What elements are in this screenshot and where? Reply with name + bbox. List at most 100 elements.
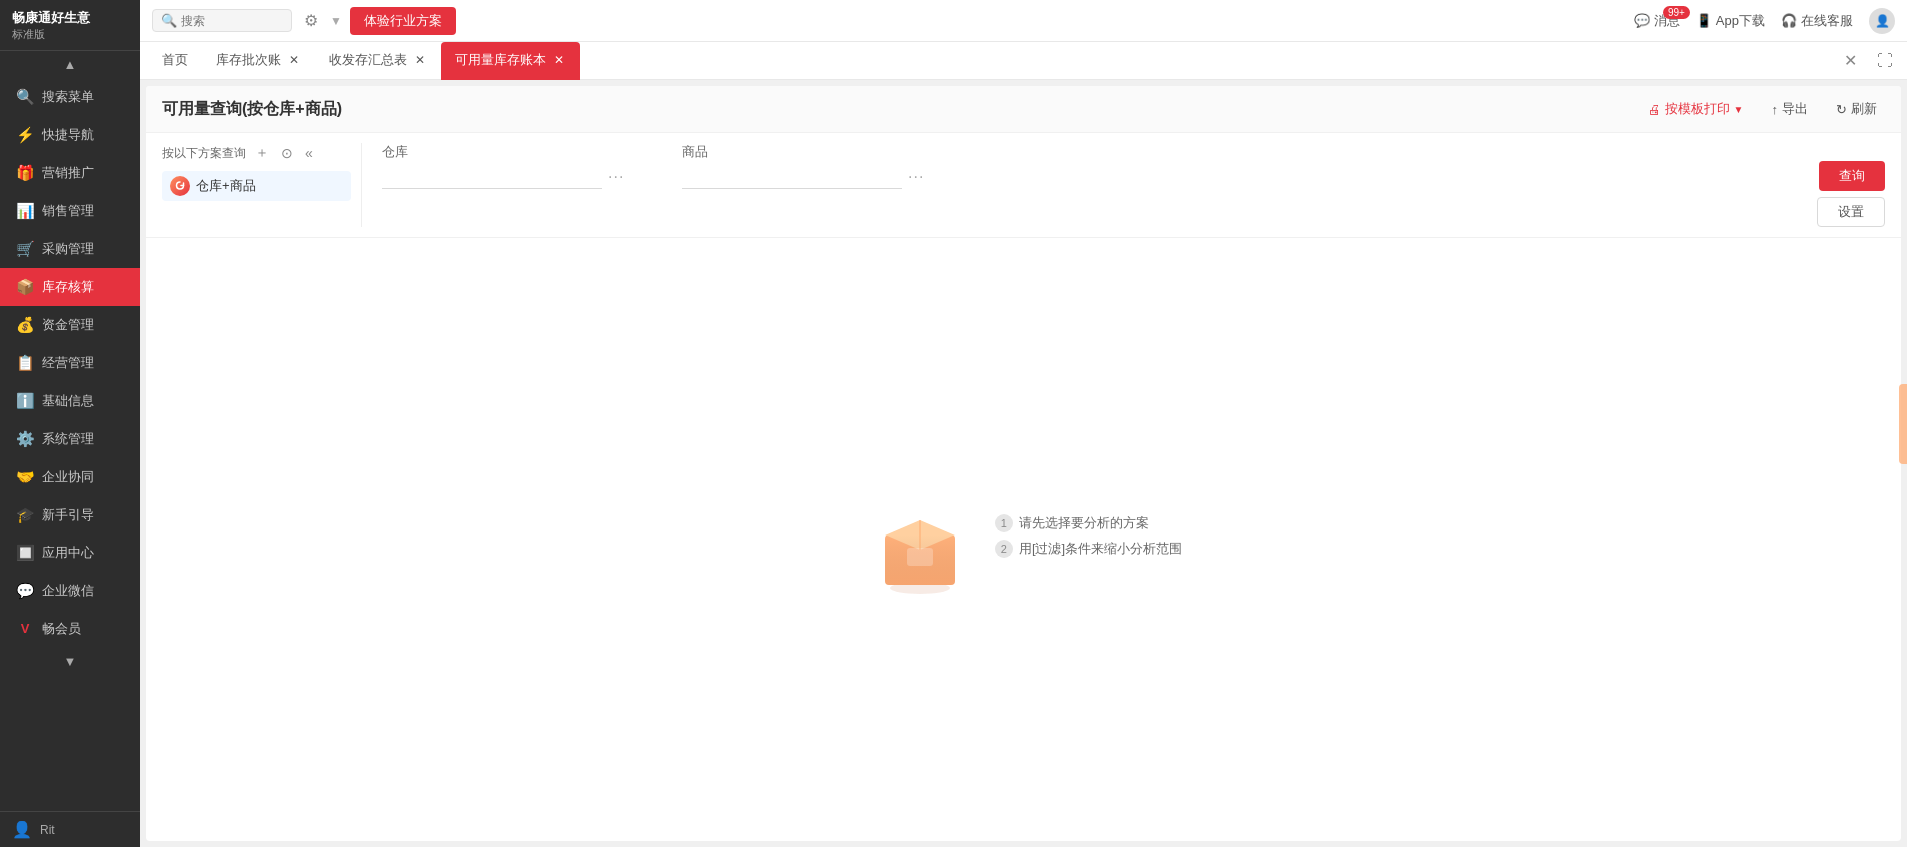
- phone-icon: 📱: [1696, 13, 1712, 28]
- sidebar-item-label: 销售管理: [42, 202, 94, 220]
- sidebar-footer[interactable]: 👤 Rit: [0, 811, 140, 847]
- management-icon: 📋: [16, 354, 34, 372]
- headset-icon: 🎧: [1781, 13, 1797, 28]
- sidebar-item-label: 基础信息: [42, 392, 94, 410]
- sidebar-item-marketing[interactable]: 🎁 营销推广: [0, 154, 140, 192]
- main-area: 🔍 ⚙ ▼ 体验行业方案 💬 消息 99+ 📱 App下载 🎧 在线客服 👤: [140, 0, 1907, 847]
- collapse-icon[interactable]: «: [302, 144, 316, 162]
- tab-summary[interactable]: 收发存汇总表 ✕: [315, 42, 441, 80]
- sidebar-item-label: 营销推广: [42, 164, 94, 182]
- goods-input-row: ···: [682, 165, 962, 189]
- sidebar-item-inventory[interactable]: 📦 库存核算: [0, 268, 140, 306]
- tab-available-close-icon[interactable]: ✕: [552, 53, 566, 67]
- topbar-online-service[interactable]: 🎧 在线客服: [1781, 12, 1853, 30]
- right-scroll-hint: [1899, 384, 1907, 464]
- export-label: 导出: [1782, 100, 1808, 118]
- tab-summary-label: 收发存汇总表: [329, 51, 407, 69]
- sidebar-item-management[interactable]: 📋 经营管理: [0, 344, 140, 382]
- empty-state: 1 请先选择要分析的方案 2 用[过滤]条件来缩小分析范围: [146, 238, 1901, 841]
- close-window-icon[interactable]: ✕: [1838, 49, 1863, 72]
- sidebar-item-wecom[interactable]: 💬 企业微信: [0, 572, 140, 610]
- tab-home-label: 首页: [162, 51, 188, 69]
- window-controls: ✕ ⛶: [1838, 49, 1899, 72]
- topbar-search-input[interactable]: [181, 14, 281, 28]
- topbar-dropdown-icon[interactable]: ▼: [330, 14, 342, 28]
- add-scheme-icon[interactable]: ＋: [252, 143, 272, 163]
- sidebar-item-finance[interactable]: 💰 资金管理: [0, 306, 140, 344]
- empty-tip-2: 2 用[过滤]条件来缩小分析范围: [995, 540, 1182, 558]
- collab-icon: 🤝: [16, 468, 34, 486]
- tab-batch-account[interactable]: 库存批次账 ✕: [202, 42, 315, 80]
- quicknav-icon: ⚡: [16, 126, 34, 144]
- page-title: 可用量查询(按仓库+商品): [162, 99, 342, 120]
- tab-batch-label: 库存批次账: [216, 51, 281, 69]
- topbar-user-avatar[interactable]: 👤: [1869, 8, 1895, 34]
- sidebar-item-label: 系统管理: [42, 430, 94, 448]
- brand-edition: 标准版: [12, 27, 128, 42]
- scheme-refresh-icon: [174, 180, 186, 192]
- sidebar-item-guide[interactable]: 🎓 新手引导: [0, 496, 140, 534]
- sidebar-item-label: 搜索菜单: [42, 88, 94, 106]
- sidebar: 畅康通好生意 标准版 ▲ 🔍 搜索菜单 ⚡ 快捷导航 🎁 营销推广 📊 销售管理…: [0, 0, 140, 847]
- tab-available-qty[interactable]: 可用量库存账本 ✕: [441, 42, 580, 80]
- topbar-app-download[interactable]: 📱 App下载: [1696, 12, 1765, 30]
- sidebar-item-system[interactable]: ⚙️ 系统管理: [0, 420, 140, 458]
- empty-state-content: 1 请先选择要分析的方案 2 用[过滤]条件来缩小分析范围: [865, 490, 1182, 590]
- maximize-window-icon[interactable]: ⛶: [1871, 50, 1899, 72]
- empty-tip-2-text: 用[过滤]条件来缩小分析范围: [1019, 540, 1182, 558]
- topbar-search-box[interactable]: 🔍: [152, 9, 292, 32]
- sidebar-item-quicknav[interactable]: ⚡ 快捷导航: [0, 116, 140, 154]
- sidebar-scroll-down[interactable]: ▼: [0, 648, 140, 675]
- export-icon: ↑: [1772, 102, 1779, 117]
- user-avatar: 👤: [1869, 8, 1895, 34]
- filter-field-goods: 商品 ···: [682, 143, 962, 189]
- sidebar-item-appcenter[interactable]: 🔲 应用中心: [0, 534, 140, 572]
- system-icon: ⚙️: [16, 430, 34, 448]
- goods-filter-label: 商品: [682, 143, 962, 161]
- svg-rect-4: [907, 548, 933, 566]
- print-button[interactable]: 🖨 按模板打印 ▼: [1640, 96, 1752, 122]
- warehouse-dots-icon[interactable]: ···: [608, 168, 624, 186]
- print-label: 按模板打印: [1665, 100, 1730, 118]
- sidebar-item-member[interactable]: V 畅会员: [0, 610, 140, 648]
- sidebar-scroll-up[interactable]: ▲: [0, 51, 140, 78]
- tab-summary-close-icon[interactable]: ✕: [413, 53, 427, 67]
- topbar-gear-icon[interactable]: ⚙: [300, 7, 322, 34]
- brand-name: 畅康通好生意: [12, 10, 128, 27]
- settings-button[interactable]: 设置: [1817, 197, 1885, 227]
- print-icon: 🖨: [1648, 102, 1661, 117]
- tab-home[interactable]: 首页: [148, 42, 202, 80]
- scheme-item-warehouse-goods[interactable]: 仓库+商品: [162, 171, 351, 201]
- sidebar-item-basic-info[interactable]: ℹ️ 基础信息: [0, 382, 140, 420]
- message-icon: 💬: [1634, 13, 1650, 28]
- warehouse-input-row: ···: [382, 165, 662, 189]
- sidebar-item-label: 资金管理: [42, 316, 94, 334]
- settings-scheme-icon[interactable]: ⊙: [278, 144, 296, 162]
- goods-input[interactable]: [682, 165, 902, 189]
- warehouse-input[interactable]: [382, 165, 602, 189]
- sidebar-item-label: 经营管理: [42, 354, 94, 372]
- sidebar-item-purchase[interactable]: 🛒 采购管理: [0, 230, 140, 268]
- sidebar-item-search[interactable]: 🔍 搜索菜单: [0, 78, 140, 116]
- warehouse-filter-label: 仓库: [382, 143, 662, 161]
- industry-solution-button[interactable]: 体验行业方案: [350, 7, 456, 35]
- refresh-button[interactable]: ↻ 刷新: [1828, 96, 1885, 122]
- tab-available-label: 可用量库存账本: [455, 51, 546, 69]
- sidebar-item-sales[interactable]: 📊 销售管理: [0, 192, 140, 230]
- query-button[interactable]: 查询: [1819, 161, 1885, 191]
- goods-dots-icon[interactable]: ···: [908, 168, 924, 186]
- sidebar-item-collab[interactable]: 🤝 企业协同: [0, 458, 140, 496]
- sidebar-item-label: 库存核算: [42, 278, 94, 296]
- page-header: 可用量查询(按仓库+商品) 🖨 按模板打印 ▼ ↑ 导出 ↻ 刷新: [146, 86, 1901, 133]
- tab-batch-close-icon[interactable]: ✕: [287, 53, 301, 67]
- guide-icon: 🎓: [16, 506, 34, 524]
- empty-tip-1-text: 请先选择要分析的方案: [1019, 514, 1149, 532]
- filter-field-warehouse: 仓库 ···: [382, 143, 662, 189]
- topbar-messages[interactable]: 💬 消息 99+: [1634, 12, 1680, 30]
- sidebar-item-label: 畅会员: [42, 620, 81, 638]
- scheme-item-label: 仓库+商品: [196, 177, 256, 195]
- sidebar-header: 畅康通好生意 标准版: [0, 0, 140, 51]
- print-dropdown-icon[interactable]: ▼: [1734, 104, 1744, 115]
- export-button[interactable]: ↑ 导出: [1764, 96, 1817, 122]
- user-avatar-icon: 👤: [12, 820, 32, 839]
